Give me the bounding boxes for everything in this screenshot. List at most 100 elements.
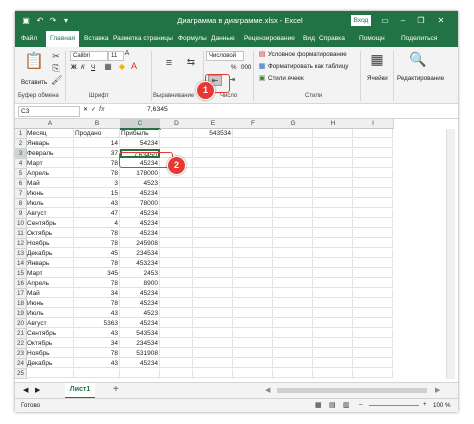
grid-cell[interactable] — [193, 339, 233, 348]
font-name-select[interactable]: Calibri — [70, 51, 108, 61]
grid-cell[interactable]: 43 — [74, 199, 120, 208]
format-as-table-button[interactable]: Форматировать как таблицу — [268, 63, 349, 70]
grid-cell[interactable]: Май — [26, 289, 74, 298]
grid-cell[interactable] — [233, 259, 273, 268]
grid-cell[interactable] — [160, 289, 193, 298]
grid-cell[interactable]: Июнь — [26, 189, 74, 198]
normal-view-icon[interactable]: ▦ — [315, 401, 322, 409]
close-icon[interactable]: ✕ — [435, 15, 447, 27]
grid-cell[interactable] — [233, 149, 273, 158]
grid-cell[interactable] — [353, 299, 393, 308]
tab-share[interactable]: Поделиться — [401, 31, 437, 47]
grid-cell[interactable] — [160, 129, 193, 138]
cells-button[interactable]: Ячейки — [367, 75, 388, 82]
grid-cell[interactable] — [353, 309, 393, 318]
customize-quick-access-icon[interactable]: ▾ — [61, 16, 71, 26]
grid-cell[interactable]: 234534 — [120, 249, 160, 258]
grid-cell[interactable] — [273, 189, 313, 198]
grid-cell[interactable]: 78 — [74, 279, 120, 288]
grid-cell[interactable]: 245908 — [120, 239, 160, 248]
grid-cell[interactable] — [353, 269, 393, 278]
grid-cell[interactable] — [193, 279, 233, 288]
grid-cell[interactable] — [193, 209, 233, 218]
grid-cell[interactable] — [160, 349, 193, 358]
format-painter-icon[interactable]: 🖌 — [51, 75, 62, 86]
insert-function-icon[interactable]: fx — [99, 106, 104, 113]
grid-cell[interactable] — [233, 179, 273, 188]
grid-cell[interactable]: 2453 — [120, 269, 160, 278]
grid-cell[interactable]: Ноябрь — [26, 349, 74, 358]
grid-cell[interactable]: Октябрь — [26, 229, 74, 238]
zoom-in-icon[interactable]: + — [423, 401, 427, 408]
percent-button[interactable]: % — [231, 64, 237, 71]
grid-cell[interactable] — [193, 189, 233, 198]
tab-file[interactable]: Файл — [21, 31, 37, 47]
name-box[interactable]: C3 — [18, 106, 80, 117]
grid-cell[interactable]: 78 — [74, 229, 120, 238]
grid-cell[interactable] — [273, 299, 313, 308]
grid-cell[interactable] — [313, 349, 353, 358]
grid-cell[interactable] — [273, 159, 313, 168]
grid-cell[interactable]: Апрель — [26, 279, 74, 288]
borders-icon[interactable]: ▦ — [103, 62, 113, 71]
grid-cell[interactable] — [353, 219, 393, 228]
grid-cell[interactable] — [193, 369, 233, 378]
grid-cell[interactable] — [193, 359, 233, 368]
tab-insert[interactable]: Вставка — [84, 31, 109, 47]
grid-cell[interactable] — [193, 299, 233, 308]
grid-cell[interactable] — [160, 189, 193, 198]
grid-cell[interactable] — [273, 269, 313, 278]
wrap-text-icon[interactable]: ⇆ — [183, 57, 199, 68]
column-header[interactable]: G — [273, 119, 314, 129]
grid-cell[interactable]: 45234 — [120, 289, 160, 298]
grid-cell[interactable]: Сентябрь — [26, 329, 74, 338]
grid-cell[interactable]: Сентябрь — [26, 219, 74, 228]
tab-home[interactable]: Главная — [46, 31, 80, 47]
column-header[interactable]: A — [26, 119, 75, 129]
grid-cell[interactable]: Июль — [26, 309, 74, 318]
grid-cell[interactable] — [353, 229, 393, 238]
grid-cell[interactable]: 4523 — [120, 309, 160, 318]
grid-cell[interactable] — [120, 369, 160, 378]
grid-cell[interactable]: 45 — [74, 249, 120, 258]
grid-cell[interactable] — [193, 249, 233, 258]
grid-cell[interactable] — [233, 279, 273, 288]
grid-cell[interactable]: Август — [26, 209, 74, 218]
grid-cell[interactable] — [313, 189, 353, 198]
grid-cell[interactable]: 531908 — [120, 349, 160, 358]
grid-cell[interactable] — [353, 139, 393, 148]
ribbon-display-icon[interactable]: ▭ — [379, 15, 391, 27]
sign-in-button[interactable]: Вход — [351, 15, 371, 26]
grid-cell[interactable]: 543534 — [193, 129, 233, 138]
grid-cell[interactable] — [353, 199, 393, 208]
grid-cell[interactable]: Октябрь — [26, 339, 74, 348]
grid-cell[interactable] — [353, 279, 393, 288]
tab-assistant[interactable]: Помощн — [359, 31, 385, 47]
grid-cell[interactable] — [193, 289, 233, 298]
grid-cell[interactable] — [353, 149, 393, 158]
paste-icon[interactable]: 📋 — [23, 51, 45, 71]
grid-cell[interactable] — [233, 169, 273, 178]
grid-cell[interactable] — [193, 179, 233, 188]
grid-cell[interactable]: 3 — [74, 179, 120, 188]
grid-cell[interactable] — [233, 359, 273, 368]
grid-cell[interactable]: 34 — [74, 339, 120, 348]
grid-cell[interactable] — [160, 249, 193, 258]
grid-cell[interactable] — [353, 239, 393, 248]
grid-cell[interactable] — [273, 259, 313, 268]
grid-cell[interactable] — [353, 169, 393, 178]
grid-cell[interactable] — [193, 309, 233, 318]
column-header[interactable]: I — [353, 119, 394, 129]
grid-cell[interactable] — [160, 359, 193, 368]
grid-cell[interactable] — [273, 239, 313, 248]
grid-cell[interactable] — [273, 219, 313, 228]
grid-cell[interactable] — [273, 209, 313, 218]
align-center-icon[interactable]: ≡ — [158, 57, 180, 69]
grid-cell[interactable] — [193, 329, 233, 338]
grid-cell[interactable] — [273, 129, 313, 138]
grid-cell[interactable] — [233, 249, 273, 258]
grid-cell[interactable] — [193, 199, 233, 208]
tab-data[interactable]: Данные — [211, 31, 235, 47]
grid-cell[interactable] — [160, 229, 193, 238]
grid-cell[interactable]: Январь — [26, 139, 74, 148]
